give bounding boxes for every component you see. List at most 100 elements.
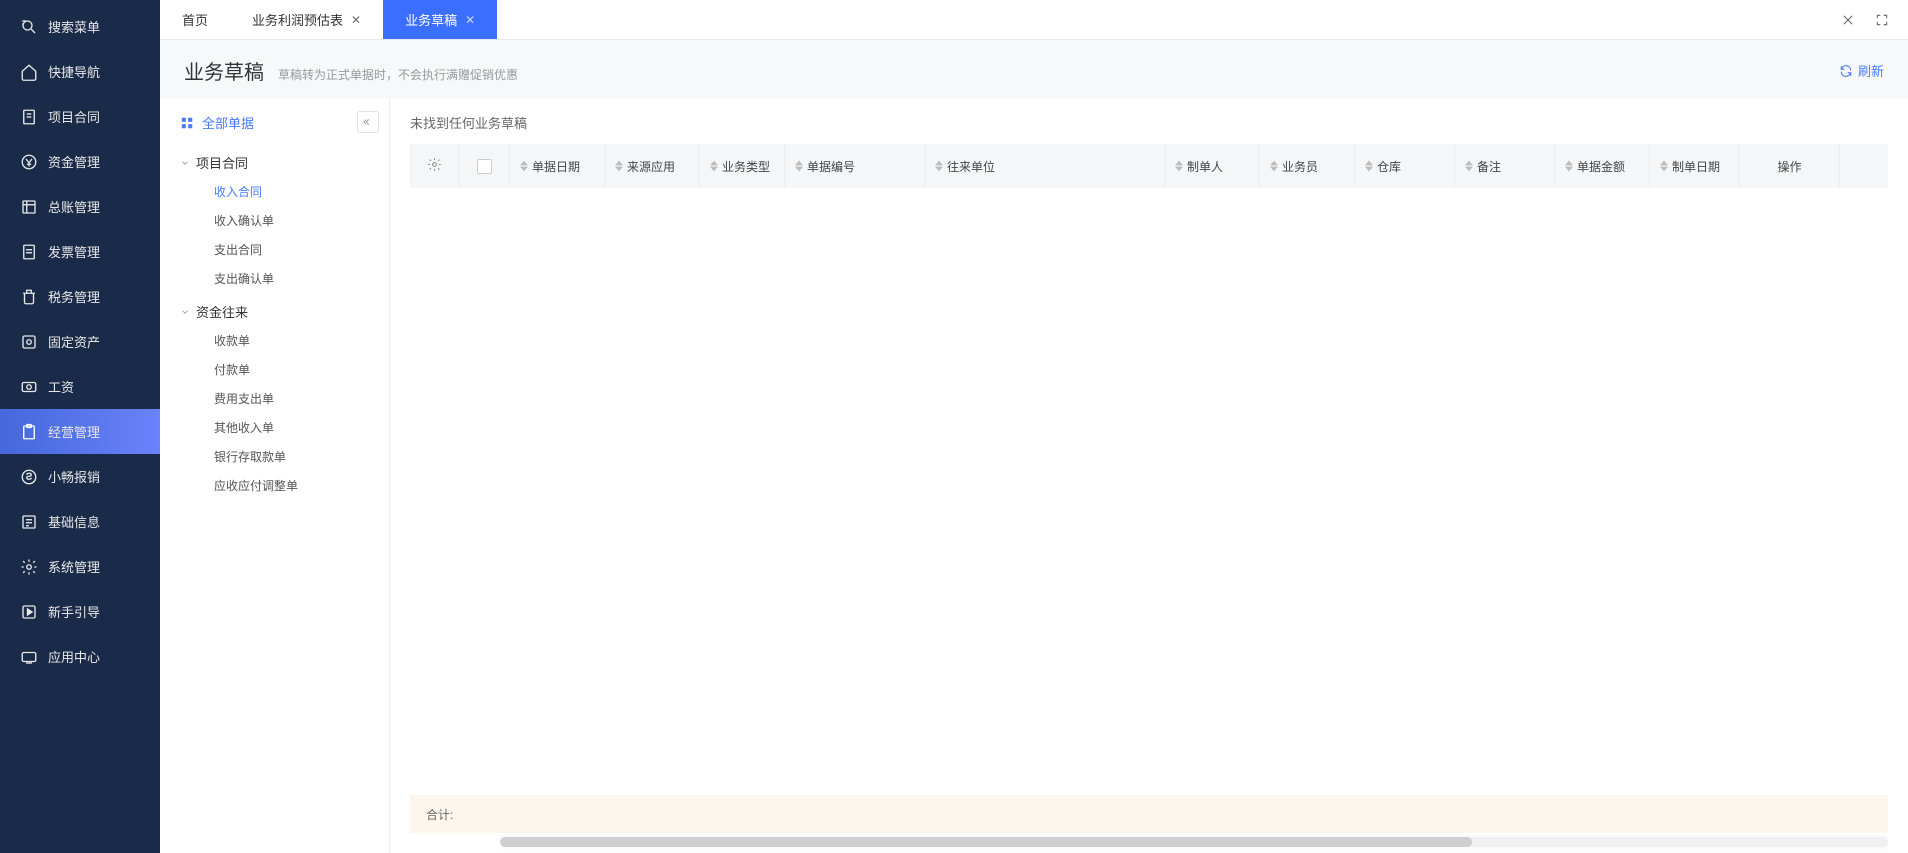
sidebar-item-label: 资金管理 bbox=[48, 152, 100, 171]
sidebar-item-label: 总账管理 bbox=[48, 197, 100, 216]
tab-home[interactable]: 首页 bbox=[160, 0, 230, 39]
sort-icon bbox=[1270, 160, 1278, 172]
table-header: 单据日期 来源应用 业务类型 单据编号 往来单位 制单人 业务员 仓库 备注 单… bbox=[410, 144, 1888, 188]
sidebar-item-salary[interactable]: 工资 bbox=[0, 364, 160, 409]
category-all-docs[interactable]: 全部单据 bbox=[180, 113, 379, 132]
checkbox[interactable] bbox=[477, 159, 492, 174]
document-icon bbox=[20, 108, 38, 126]
close-icon[interactable]: ✕ bbox=[351, 13, 361, 27]
chevron-left-icon bbox=[363, 117, 373, 127]
tree-item-other-income[interactable]: 其他收入单 bbox=[180, 413, 379, 442]
sidebar-item-label: 工资 bbox=[48, 377, 74, 396]
column-header[interactable]: 仓库 bbox=[1355, 144, 1455, 188]
reimburse-icon bbox=[20, 468, 38, 486]
tree-item-expense-contract[interactable]: 支出合同 bbox=[180, 235, 379, 264]
scrollbar-thumb[interactable] bbox=[500, 837, 1472, 847]
tree-item-expense[interactable]: 费用支出单 bbox=[180, 384, 379, 413]
play-icon bbox=[20, 603, 38, 621]
salary-icon bbox=[20, 378, 38, 396]
tree-item-income-contract[interactable]: 收入合同 bbox=[180, 177, 379, 206]
close-icon[interactable]: ✕ bbox=[465, 13, 475, 27]
sort-icon bbox=[1465, 160, 1473, 172]
tree-item-payment[interactable]: 付款单 bbox=[180, 355, 379, 384]
sidebar-item-tax[interactable]: 税务管理 bbox=[0, 274, 160, 319]
tree-group-project-contract[interactable]: 项目合同 bbox=[180, 148, 379, 177]
column-header[interactable]: 单据金额 bbox=[1555, 144, 1650, 188]
invoice-icon bbox=[20, 243, 38, 261]
sidebar-item-label: 固定资产 bbox=[48, 332, 100, 351]
tab-profit-estimate[interactable]: 业务利润预估表 ✕ bbox=[230, 0, 383, 39]
tree-group-label: 项目合同 bbox=[196, 153, 248, 172]
sidebar-item-app-center[interactable]: 应用中心 bbox=[0, 634, 160, 679]
sidebar-item-search-menu[interactable]: 搜索菜单 bbox=[0, 4, 160, 49]
sidebar-item-quick-nav[interactable]: 快捷导航 bbox=[0, 49, 160, 94]
gear-icon bbox=[20, 558, 38, 576]
refresh-label: 刷新 bbox=[1858, 61, 1884, 80]
column-header[interactable]: 备注 bbox=[1455, 144, 1555, 188]
sidebar-item-basic-info[interactable]: 基础信息 bbox=[0, 499, 160, 544]
column-header[interactable]: 业务类型 bbox=[700, 144, 785, 188]
tab-business-draft[interactable]: 业务草稿 ✕ bbox=[383, 0, 497, 39]
sidebar-item-label: 经营管理 bbox=[48, 422, 100, 441]
tree-item-ar-ap-adjust[interactable]: 应收应付调整单 bbox=[180, 471, 379, 500]
sidebar-item-label: 搜索菜单 bbox=[48, 17, 100, 36]
sort-icon bbox=[1175, 160, 1183, 172]
column-header[interactable]: 制单日期 bbox=[1650, 144, 1740, 188]
sidebar-item-label: 小畅报销 bbox=[48, 467, 100, 486]
info-icon bbox=[20, 513, 38, 531]
tree-item-income-confirm[interactable]: 收入确认单 bbox=[180, 206, 379, 235]
sidebar-item-label: 项目合同 bbox=[48, 107, 100, 126]
tree-item-receipt[interactable]: 收款单 bbox=[180, 326, 379, 355]
collapse-panel-button[interactable] bbox=[357, 111, 379, 133]
search-icon bbox=[20, 18, 38, 36]
column-header[interactable]: 往来单位 bbox=[925, 144, 1165, 188]
sidebar-item-label: 税务管理 bbox=[48, 287, 100, 306]
page-header: 业务草稿 草稿转为正式单据时，不会执行满赠促销优惠 刷新 bbox=[160, 40, 1908, 99]
tree-item-expense-confirm[interactable]: 支出确认单 bbox=[180, 264, 379, 293]
summary-row: 合计: bbox=[410, 795, 1888, 833]
clipboard-icon bbox=[20, 423, 38, 441]
refresh-button[interactable]: 刷新 bbox=[1839, 61, 1884, 80]
asset-icon bbox=[20, 333, 38, 351]
sort-icon bbox=[1365, 160, 1373, 172]
horizontal-scrollbar[interactable] bbox=[500, 835, 1888, 849]
sidebar-item-project-contract[interactable]: 项目合同 bbox=[0, 94, 160, 139]
refresh-icon bbox=[1839, 64, 1853, 78]
tab-label: 业务利润预估表 bbox=[252, 10, 343, 29]
column-header[interactable]: 制单人 bbox=[1165, 144, 1260, 188]
sidebar-item-reimburse[interactable]: 小畅报销 bbox=[0, 454, 160, 499]
sidebar-item-label: 新手引导 bbox=[48, 602, 100, 621]
column-header[interactable]: 业务员 bbox=[1260, 144, 1355, 188]
column-header[interactable]: 单据日期 bbox=[510, 144, 605, 188]
close-all-icon[interactable] bbox=[1840, 12, 1856, 28]
table-body bbox=[410, 188, 1888, 795]
sidebar: 搜索菜单 快捷导航 项目合同 资金管理 总账管理 发票管理 税务管理 固定资产 bbox=[0, 0, 160, 853]
sidebar-item-general-ledger[interactable]: 总账管理 bbox=[0, 184, 160, 229]
column-header[interactable]: 单据编号 bbox=[785, 144, 925, 188]
sort-icon bbox=[1660, 160, 1668, 172]
ledger-icon bbox=[20, 198, 38, 216]
category-header-label: 全部单据 bbox=[202, 113, 254, 132]
money-icon bbox=[20, 153, 38, 171]
tree-group-label: 资金往来 bbox=[196, 302, 248, 321]
sidebar-item-fixed-assets[interactable]: 固定资产 bbox=[0, 319, 160, 364]
column-header[interactable]: 来源应用 bbox=[605, 144, 700, 188]
tree-group-fund-transaction[interactable]: 资金往来 bbox=[180, 297, 379, 326]
sidebar-item-guide[interactable]: 新手引导 bbox=[0, 589, 160, 634]
sidebar-item-invoice[interactable]: 发票管理 bbox=[0, 229, 160, 274]
select-all-header[interactable] bbox=[460, 144, 510, 188]
page-title: 业务草稿 bbox=[184, 56, 264, 85]
fullscreen-icon[interactable] bbox=[1874, 12, 1890, 28]
sidebar-item-business-mgmt[interactable]: 经营管理 bbox=[0, 409, 160, 454]
category-panel: 全部单据 项目合同 收入合同 收入确认单 支出合同 支出确认单 bbox=[160, 99, 390, 853]
sort-icon bbox=[935, 160, 943, 172]
sidebar-item-system[interactable]: 系统管理 bbox=[0, 544, 160, 589]
summary-label: 合计: bbox=[410, 806, 469, 823]
sort-icon bbox=[710, 160, 718, 172]
tax-icon bbox=[20, 288, 38, 306]
sidebar-item-fund[interactable]: 资金管理 bbox=[0, 139, 160, 184]
tree-item-bank-deposit[interactable]: 银行存取款单 bbox=[180, 442, 379, 471]
column-settings-button[interactable] bbox=[410, 144, 460, 188]
page-subtitle: 草稿转为正式单据时，不会执行满赠促销优惠 bbox=[278, 66, 518, 83]
sidebar-item-label: 基础信息 bbox=[48, 512, 100, 531]
